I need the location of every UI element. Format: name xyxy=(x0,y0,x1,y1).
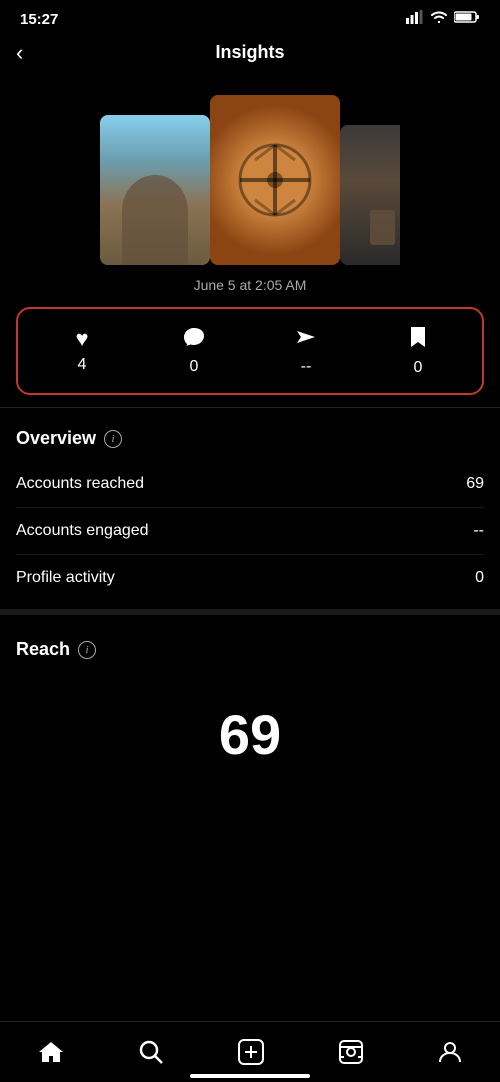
reach-section: Reach i 69 xyxy=(0,623,500,787)
stat-likes: ♥ 4 xyxy=(52,328,112,374)
section-divider-1 xyxy=(0,407,500,408)
accounts-engaged-value: -- xyxy=(473,522,484,540)
status-time: 15:27 xyxy=(20,11,58,28)
shares-value: -- xyxy=(301,358,312,376)
wifi-icon xyxy=(430,10,448,28)
accounts-reached-row: Accounts reached 69 xyxy=(16,461,484,508)
profile-activity-value: 0 xyxy=(475,569,484,587)
overview-info-icon[interactable]: i xyxy=(104,430,122,448)
post-image-right xyxy=(340,125,400,265)
stats-box: ♥ 4 0 -- 0 xyxy=(16,307,484,395)
reach-info-icon[interactable]: i xyxy=(78,641,96,659)
status-icons xyxy=(406,10,480,28)
accounts-reached-label: Accounts reached xyxy=(16,475,144,493)
accounts-engaged-row: Accounts engaged -- xyxy=(16,508,484,555)
home-indicator xyxy=(190,1074,310,1078)
home-indicator-container xyxy=(0,1066,500,1078)
section-divider-2 xyxy=(0,609,500,615)
status-bar: 15:27 xyxy=(0,0,500,34)
stat-shares: -- xyxy=(276,326,336,376)
bookmarks-icon xyxy=(409,325,427,353)
overview-title: Overview i xyxy=(16,428,484,449)
reels-icon xyxy=(338,1039,364,1069)
comments-value: 0 xyxy=(190,358,199,376)
post-image-left xyxy=(100,115,210,265)
signal-icon xyxy=(406,10,424,28)
post-images xyxy=(0,75,500,265)
stat-comments: 0 xyxy=(164,326,224,376)
comments-icon xyxy=(182,326,206,352)
battery-icon xyxy=(454,10,480,28)
header: ‹ Insights xyxy=(0,34,500,75)
stat-bookmarks: 0 xyxy=(388,325,448,377)
overview-section: Overview i Accounts reached 69 Accounts … xyxy=(0,412,500,601)
back-button[interactable]: ‹ xyxy=(16,40,23,66)
search-icon xyxy=(138,1039,164,1069)
profile-icon xyxy=(437,1039,463,1069)
accounts-engaged-label: Accounts engaged xyxy=(16,522,149,540)
post-image-main xyxy=(210,95,340,265)
profile-activity-label: Profile activity xyxy=(16,569,115,587)
likes-icon: ♥ xyxy=(75,328,88,350)
likes-value: 4 xyxy=(78,356,87,374)
profile-activity-row: Profile activity 0 xyxy=(16,555,484,601)
home-icon xyxy=(37,1039,65,1069)
shares-icon xyxy=(295,326,317,352)
reach-title: Reach i xyxy=(16,639,484,660)
bookmarks-value: 0 xyxy=(414,359,423,377)
post-timestamp: June 5 at 2:05 AM xyxy=(0,265,500,303)
page-title: Insights xyxy=(215,42,284,63)
reach-value: 69 xyxy=(16,672,484,787)
accounts-reached-value: 69 xyxy=(466,475,484,493)
